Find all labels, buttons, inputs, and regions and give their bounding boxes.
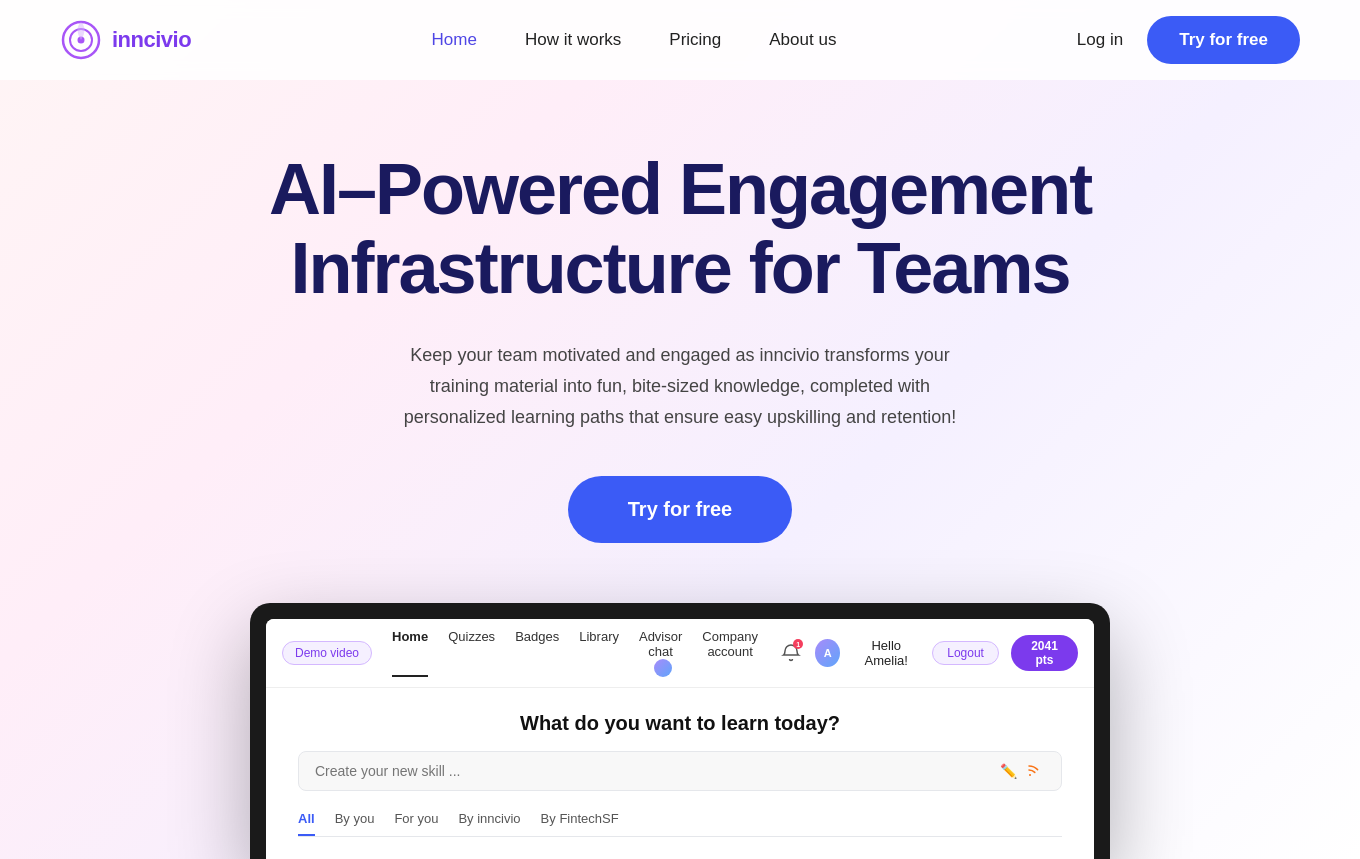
navbar: inncivio Home How it works Pricing About… — [0, 0, 1360, 80]
app-search-title: What do you want to learn today? — [298, 712, 1062, 735]
app-search-input[interactable] — [315, 763, 990, 779]
nav-item-pricing[interactable]: Pricing — [669, 30, 721, 50]
nav-item-home[interactable]: Home — [432, 30, 477, 50]
user-avatar: A — [815, 639, 840, 667]
rss-icon — [1027, 762, 1045, 780]
greeting-text: Hello Amelia! — [852, 638, 920, 668]
hero-section: AI–Powered Engagement Infrastructure for… — [0, 80, 1360, 859]
nav-link-home[interactable]: Home — [432, 30, 477, 49]
app-nav-links: Home Quizzes Badges Library Advisor chat… — [392, 629, 758, 677]
notification-badge: 1 — [793, 639, 803, 649]
app-tab-all[interactable]: All — [298, 811, 315, 836]
app-tab-for-you[interactable]: For you — [394, 811, 438, 836]
points-badge: 2041 pts — [1011, 635, 1078, 671]
app-tabs: All By you For you By inncivio By Fintec… — [298, 811, 1062, 837]
logout-button[interactable]: Logout — [932, 641, 999, 665]
login-link[interactable]: Log in — [1077, 30, 1123, 50]
nav-item-how[interactable]: How it works — [525, 30, 621, 50]
notification-bell[interactable]: 1 — [778, 639, 803, 667]
app-nav-company[interactable]: Company account — [702, 629, 758, 677]
app-nav-advisor[interactable]: Advisor chat — [639, 629, 682, 677]
logo-icon — [60, 19, 102, 61]
app-tab-by-inncivio[interactable]: By inncivio — [458, 811, 520, 836]
try-free-button-hero[interactable]: Try for free — [568, 476, 792, 543]
app-tab-by-you[interactable]: By you — [335, 811, 375, 836]
app-nav-badges[interactable]: Badges — [515, 629, 559, 677]
demo-badge[interactable]: Demo video — [282, 641, 372, 665]
nav-item-about[interactable]: About us — [769, 30, 836, 50]
app-nav-home[interactable]: Home — [392, 629, 428, 677]
hero-subtitle: Keep your team motivated and engaged as … — [390, 340, 970, 432]
app-search-bar[interactable]: ✏️ — [298, 751, 1062, 791]
logo[interactable]: inncivio — [60, 19, 191, 61]
nav-link-pricing[interactable]: Pricing — [669, 30, 721, 49]
hero-title: AI–Powered Engagement Infrastructure for… — [230, 150, 1130, 308]
app-nav-right: 1 A Hello Amelia! Logout 2041 pts — [778, 635, 1078, 671]
nav-links: Home How it works Pricing About us — [432, 30, 837, 50]
app-navbar: Demo video Home Quizzes Badges Library A… — [266, 619, 1094, 688]
app-tab-by-fintechsf[interactable]: By FintechSF — [541, 811, 619, 836]
try-free-button-nav[interactable]: Try for free — [1147, 16, 1300, 64]
app-main: What do you want to learn today? ✏️ — [266, 688, 1094, 853]
laptop-screen: Demo video Home Quizzes Badges Library A… — [266, 619, 1094, 859]
nav-link-how[interactable]: How it works — [525, 30, 621, 49]
app-nav-quizzes[interactable]: Quizzes — [448, 629, 495, 677]
nav-link-about[interactable]: About us — [769, 30, 836, 49]
app-screenshot-container: Demo video Home Quizzes Badges Library A… — [250, 603, 1110, 859]
app-nav-library[interactable]: Library — [579, 629, 619, 677]
laptop-frame: Demo video Home Quizzes Badges Library A… — [250, 603, 1110, 859]
nav-actions: Log in Try for free — [1077, 16, 1300, 64]
edit-icon: ✏️ — [1000, 763, 1017, 779]
logo-text: inncivio — [112, 27, 191, 53]
